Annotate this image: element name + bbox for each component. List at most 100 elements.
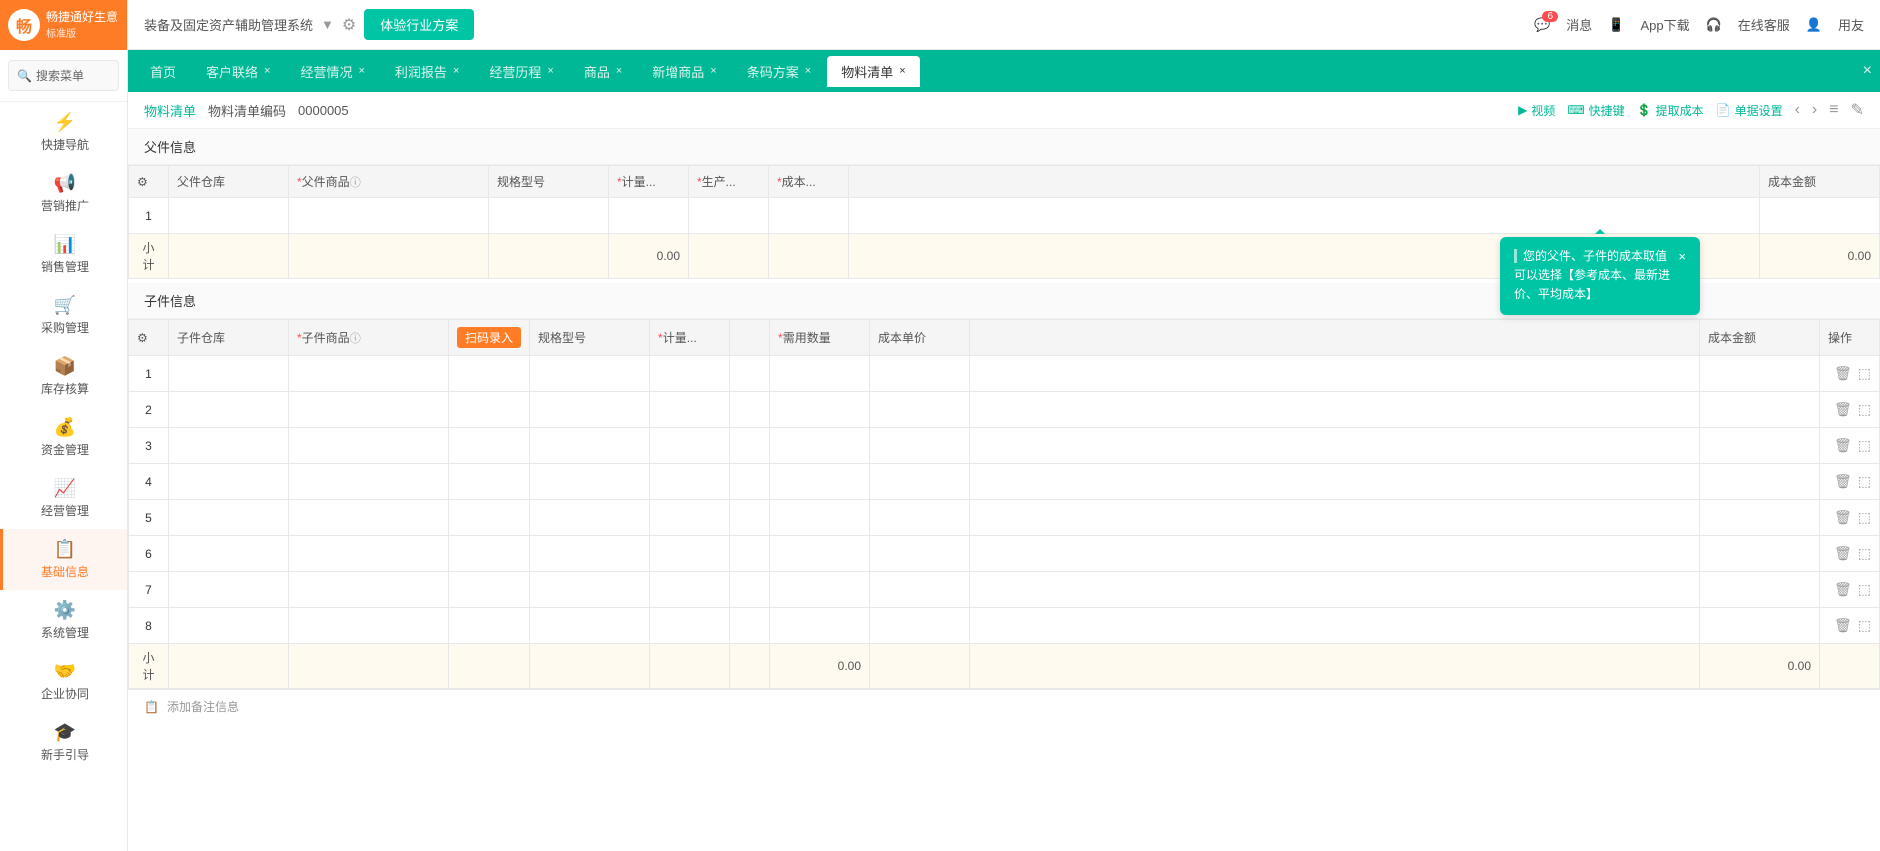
parent-warehouse-cell[interactable] — [169, 198, 289, 234]
delete-icon-8[interactable]: 🗑 — [1834, 617, 1852, 634]
child-warehouse-cell-5[interactable] — [169, 500, 289, 536]
child-qty-cell-4[interactable] — [770, 464, 870, 500]
extract-cost-action[interactable]: 💲 提取成本 — [1637, 102, 1704, 119]
sidebar-item-cooperation[interactable]: 🤝 企业协同 — [0, 651, 127, 712]
tab-barcode-close[interactable]: × — [805, 65, 811, 77]
copy-icon-6[interactable]: ⬚ — [1858, 545, 1871, 562]
tab-home[interactable]: 首页 — [136, 56, 190, 87]
child-unit-cost-cell-2[interactable] — [870, 392, 970, 428]
sidebar-item-marketing[interactable]: 📢 营销推广 — [0, 163, 127, 224]
copy-icon-5[interactable]: ⬚ — [1858, 509, 1871, 526]
try-btn[interactable]: 体验行业方案 — [364, 9, 474, 40]
child-qty-cell-8[interactable] — [770, 608, 870, 644]
child-col-scan[interactable]: 扫码录入 — [449, 320, 530, 356]
parent-product-cell[interactable] — [289, 198, 489, 234]
child-spec-cell-4[interactable] — [530, 464, 650, 500]
delete-icon-3[interactable]: 🗑 — [1834, 437, 1852, 454]
child-spec-cell-2[interactable] — [530, 392, 650, 428]
child-qty-cell-5[interactable] — [770, 500, 870, 536]
search-menu-button[interactable]: 🔍 搜索菜单 — [8, 60, 119, 91]
parent-unit-cell[interactable] — [609, 198, 689, 234]
sidebar-item-purchase[interactable]: 🛒 采购管理 — [0, 285, 127, 346]
tab-barcode[interactable]: 条码方案 × — [733, 56, 825, 87]
message-area[interactable]: 💬 6 — [1534, 17, 1550, 33]
delete-icon-2[interactable]: 🗑 — [1834, 401, 1852, 418]
parent-col-gear[interactable]: ⚙ — [129, 166, 169, 198]
child-qty-cell-1[interactable] — [770, 356, 870, 392]
child-product-cell-5[interactable] — [289, 500, 449, 536]
child-unit-cost-cell-7[interactable] — [870, 572, 970, 608]
tab-bom-close[interactable]: × — [899, 65, 905, 77]
child-col-gear[interactable]: ⚙ — [129, 320, 169, 356]
child-warehouse-cell-4[interactable] — [169, 464, 289, 500]
sidebar-item-basic-info[interactable]: 📋 基础信息 — [0, 529, 127, 590]
sidebar-item-quick-nav[interactable]: ⚡ 快捷导航 — [0, 102, 127, 163]
nav-list-btn[interactable]: ≡ — [1829, 101, 1838, 119]
delete-icon-7[interactable]: 🗑 — [1834, 581, 1852, 598]
child-qty-cell-3[interactable] — [770, 428, 870, 464]
child-spec-cell-5[interactable] — [530, 500, 650, 536]
child-unit-cell-6[interactable] — [650, 536, 730, 572]
bottom-hint[interactable]: 添加备注信息 — [167, 698, 239, 715]
child-unit-cell-5[interactable] — [650, 500, 730, 536]
child-product-cell-6[interactable] — [289, 536, 449, 572]
child-qty-cell-6[interactable] — [770, 536, 870, 572]
tab-customer[interactable]: 客户联络 × — [192, 56, 284, 87]
parent-cost-cell[interactable] — [769, 198, 849, 234]
child-spec-cell-8[interactable] — [530, 608, 650, 644]
child-unit-cost-cell-5[interactable] — [870, 500, 970, 536]
tab-operation[interactable]: 经营情况 × — [286, 56, 378, 87]
child-unit-cell-3[interactable] — [650, 428, 730, 464]
shortcut-action[interactable]: ⌨ 快捷键 — [1567, 102, 1624, 119]
child-product-cell-4[interactable] — [289, 464, 449, 500]
tab-customer-close[interactable]: × — [264, 65, 270, 77]
copy-icon-3[interactable]: ⬚ — [1858, 437, 1871, 454]
child-unit-cell-2[interactable] — [650, 392, 730, 428]
child-spec-cell-3[interactable] — [530, 428, 650, 464]
tab-history-close[interactable]: × — [547, 65, 553, 77]
child-warehouse-cell-6[interactable] — [169, 536, 289, 572]
nav-prev-btn[interactable]: ‹ — [1795, 101, 1800, 119]
child-unit-cost-cell-3[interactable] — [870, 428, 970, 464]
delete-icon-5[interactable]: 🗑 — [1834, 509, 1852, 526]
copy-icon-8[interactable]: ⬚ — [1858, 617, 1871, 634]
sidebar-item-system[interactable]: ⚙️ 系统管理 — [0, 590, 127, 651]
delete-icon-1[interactable]: 🗑 — [1834, 365, 1852, 382]
child-warehouse-cell-8[interactable] — [169, 608, 289, 644]
tab-products[interactable]: 商品 × — [570, 56, 636, 87]
child-spec-cell-1[interactable] — [530, 356, 650, 392]
child-unit-cell-4[interactable] — [650, 464, 730, 500]
sidebar-item-sales[interactable]: 📊 销售管理 — [0, 224, 127, 285]
delete-icon-4[interactable]: 🗑 — [1834, 473, 1852, 490]
child-unit-cell-1[interactable] — [650, 356, 730, 392]
child-unit-cost-cell-4[interactable] — [870, 464, 970, 500]
copy-icon-4[interactable]: ⬚ — [1858, 473, 1871, 490]
child-unit-cell-7[interactable] — [650, 572, 730, 608]
sidebar-item-finance[interactable]: 💰 资金管理 — [0, 407, 127, 468]
child-unit-cost-cell-8[interactable] — [870, 608, 970, 644]
child-spec-cell-6[interactable] — [530, 536, 650, 572]
user-label[interactable]: 用友 — [1838, 15, 1864, 34]
sidebar-item-inventory[interactable]: 📦 库存核算 — [0, 346, 127, 407]
child-warehouse-cell-1[interactable] — [169, 356, 289, 392]
child-unit-cost-cell-6[interactable] — [870, 536, 970, 572]
child-product-cell-3[interactable] — [289, 428, 449, 464]
child-product-cell-8[interactable] — [289, 608, 449, 644]
copy-icon-1[interactable]: ⬚ — [1858, 365, 1871, 382]
child-qty-cell-7[interactable] — [770, 572, 870, 608]
scan-input-btn[interactable]: 扫码录入 — [457, 327, 521, 348]
copy-icon-7[interactable]: ⬚ — [1858, 581, 1871, 598]
child-product-cell-7[interactable] — [289, 572, 449, 608]
copy-icon-2[interactable]: ⬚ — [1858, 401, 1871, 418]
child-warehouse-cell-2[interactable] — [169, 392, 289, 428]
sidebar-item-operations[interactable]: 📈 经营管理 — [0, 468, 127, 529]
sidebar-item-guide[interactable]: 🎓 新手引导 — [0, 712, 127, 773]
tab-products-close[interactable]: × — [616, 65, 622, 77]
settings-icon[interactable]: ⚙ — [342, 15, 356, 35]
child-warehouse-cell-3[interactable] — [169, 428, 289, 464]
child-spec-cell-7[interactable] — [530, 572, 650, 608]
tab-new-product[interactable]: 新增商品 × — [638, 56, 730, 87]
tooltip-close-btn[interactable]: × — [1678, 247, 1686, 268]
child-unit-cell-8[interactable] — [650, 608, 730, 644]
child-unit-cost-cell-1[interactable] — [870, 356, 970, 392]
